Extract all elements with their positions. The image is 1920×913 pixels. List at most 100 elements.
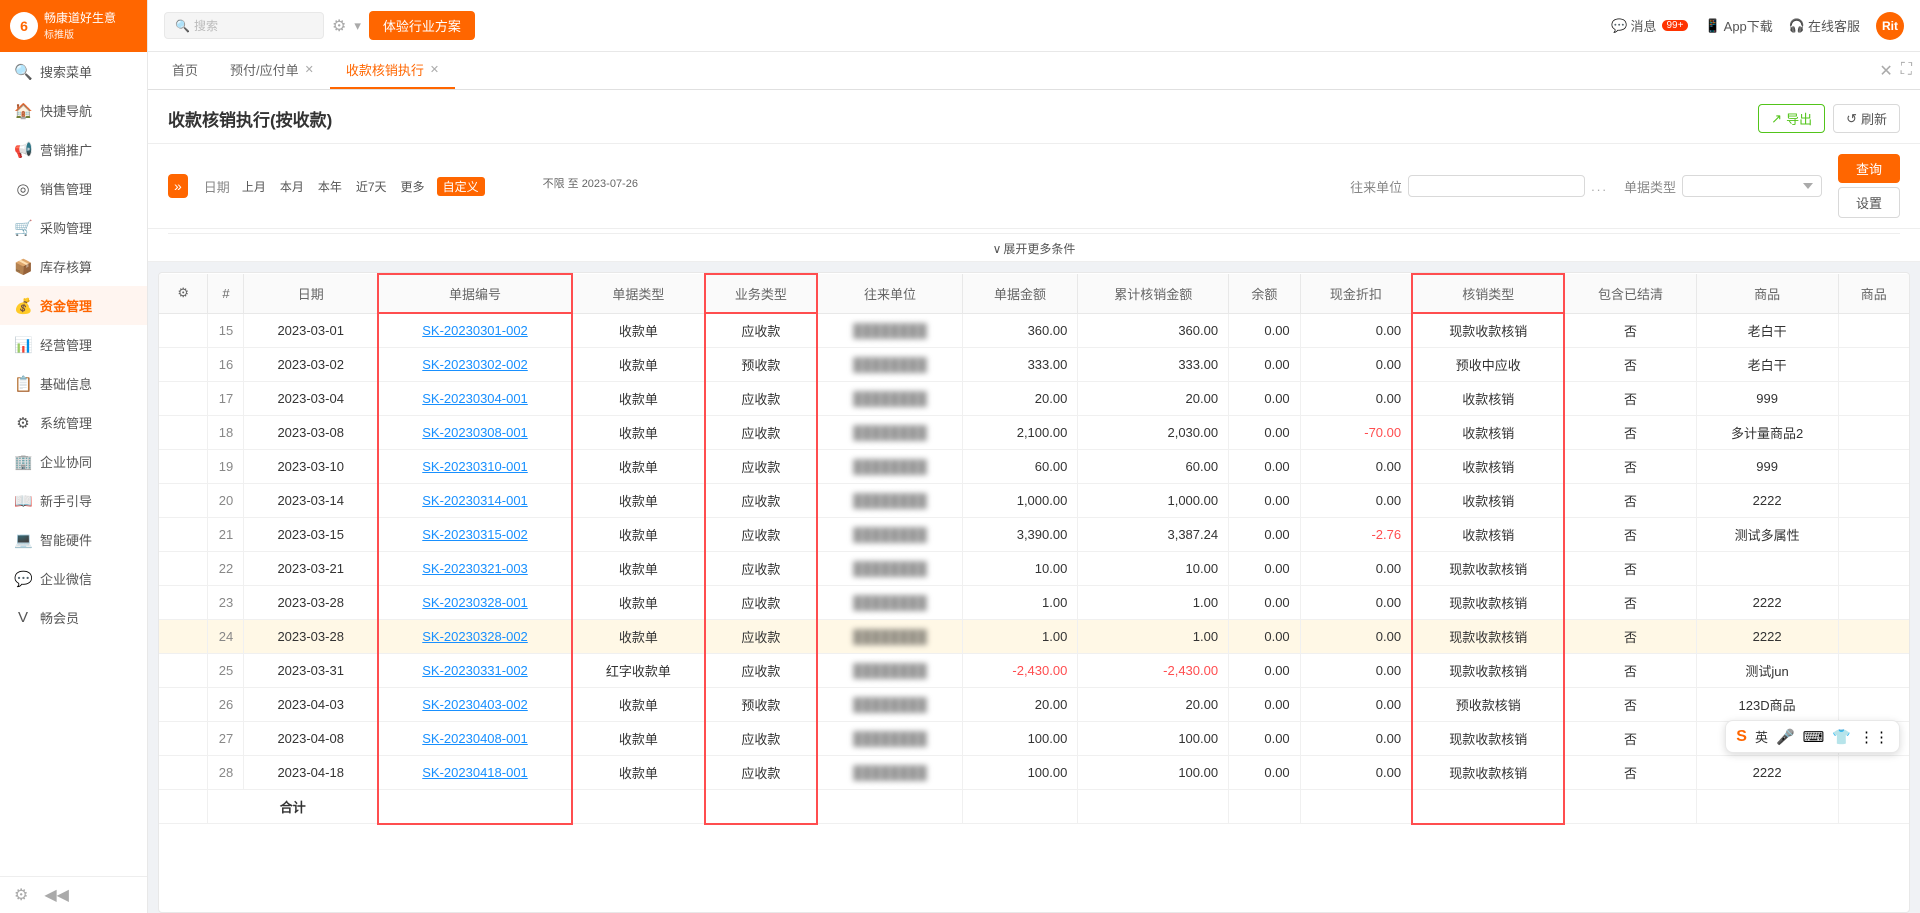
last-7days-btn[interactable]: 近7天 bbox=[350, 176, 393, 197]
sidebar-item-basic[interactable]: 📋基础信息 bbox=[0, 364, 147, 403]
cell-bill-no[interactable]: SK-20230304-001 bbox=[378, 382, 572, 416]
cell-bill-type: 红字收款单 bbox=[572, 654, 704, 688]
table-row[interactable]: 202023-03-14SK-20230314-001收款单应收款███████… bbox=[159, 484, 1909, 518]
last-month-btn[interactable]: 上月 bbox=[236, 176, 272, 197]
cell-bill-no[interactable]: SK-20230310-001 bbox=[378, 450, 572, 484]
tab-close-all[interactable]: ✕ bbox=[1879, 61, 1892, 81]
tab-home[interactable]: 首页 bbox=[156, 52, 214, 89]
cell-amount: 333.00 bbox=[962, 348, 1078, 382]
cell-bill-no[interactable]: SK-20230301-002 bbox=[378, 313, 572, 348]
message-item[interactable]: 💬 消息 99+ bbox=[1611, 16, 1688, 35]
sales-icon: ◎ bbox=[14, 180, 32, 198]
cell-balance: 0.00 bbox=[1229, 348, 1301, 382]
table-row[interactable]: 212023-03-15SK-20230315-002收款单应收款███████… bbox=[159, 518, 1909, 552]
table-row[interactable]: 242023-03-28SK-20230328-002收款单应收款███████… bbox=[159, 620, 1909, 654]
app-download-item[interactable]: 📱 App下载 bbox=[1704, 16, 1772, 35]
cell-bill-no[interactable]: SK-20230418-001 bbox=[378, 756, 572, 790]
cell-bill-no[interactable]: SK-20230315-002 bbox=[378, 518, 572, 552]
table-row[interactable]: 232023-03-28SK-20230328-001收款单应收款███████… bbox=[159, 586, 1909, 620]
sidebar-item-system[interactable]: ⚙系统管理 bbox=[0, 403, 147, 442]
search-box[interactable]: 🔍 搜索 bbox=[164, 12, 324, 39]
cell-partner: ████████ bbox=[817, 756, 962, 790]
this-year-btn[interactable]: 本年 bbox=[312, 176, 348, 197]
sidebar-item-wechat[interactable]: 💬企业微信 bbox=[0, 559, 147, 598]
cell-bill-no[interactable]: SK-20230308-001 bbox=[378, 416, 572, 450]
cell-bill-no[interactable]: SK-20230321-003 bbox=[378, 552, 572, 586]
cell-biz-type: 应收款 bbox=[705, 756, 818, 790]
cell-discount: -70.00 bbox=[1300, 416, 1412, 450]
table-row[interactable]: 162023-03-02SK-20230302-002收款单预收款███████… bbox=[159, 348, 1909, 382]
cell-discount: 0.00 bbox=[1300, 688, 1412, 722]
table-row[interactable]: 262023-04-03SK-20230403-002收款单预收款███████… bbox=[159, 688, 1909, 722]
cell-bill-no[interactable]: SK-20230403-002 bbox=[378, 688, 572, 722]
sidebar-item-operation[interactable]: 📊经营管理 bbox=[0, 325, 147, 364]
cell-date: 2023-03-02 bbox=[244, 348, 378, 382]
table-row[interactable]: 172023-03-04SK-20230304-001收款单应收款███████… bbox=[159, 382, 1909, 416]
tab-close-receivable-exec[interactable]: ✕ bbox=[430, 63, 439, 76]
sidebar-item-guide[interactable]: 📖新手引导 bbox=[0, 481, 147, 520]
settings-icon[interactable]: ⚙ bbox=[14, 885, 28, 905]
cell-bill-no[interactable]: SK-20230328-002 bbox=[378, 620, 572, 654]
service-item[interactable]: 🎧 在线客服 bbox=[1789, 16, 1860, 35]
query-button[interactable]: 查询 bbox=[1838, 154, 1900, 183]
settings-button[interactable]: 设置 bbox=[1838, 187, 1900, 218]
sidebar-item-marketing[interactable]: 📢营销推广 bbox=[0, 130, 147, 169]
dropdown-icon[interactable]: ▾ bbox=[354, 18, 361, 34]
cell-bill-no[interactable]: SK-20230328-001 bbox=[378, 586, 572, 620]
cell-idx: 22 bbox=[208, 552, 244, 586]
cell-discount: 0.00 bbox=[1300, 756, 1412, 790]
sidebar: 6 畅康道好生意 标推版 🔍搜索菜单🏠快捷导航📢营销推广◎销售管理🛒采购管理📦库… bbox=[0, 0, 148, 913]
sidebar-item-enterprise[interactable]: 🏢企业协同 bbox=[0, 442, 147, 481]
table-row[interactable]: 152023-03-01SK-20230301-002收款单应收款███████… bbox=[159, 313, 1909, 348]
sidebar-item-inventory[interactable]: 📦库存核算 bbox=[0, 247, 147, 286]
custom-date-btn[interactable]: 自定义 bbox=[437, 177, 485, 196]
collapse-icon[interactable]: ◀◀ bbox=[44, 885, 69, 905]
cell-biz-type: 应收款 bbox=[705, 620, 818, 654]
table-row[interactable]: 192023-03-10SK-20230310-001收款单应收款███████… bbox=[159, 450, 1909, 484]
ime-mic-icon[interactable]: 🎤 bbox=[1776, 728, 1795, 746]
this-month-btn[interactable]: 本月 bbox=[274, 176, 310, 197]
cell-bill-no[interactable]: SK-20230331-002 bbox=[378, 654, 572, 688]
sidebar-item-finance[interactable]: 💰资金管理 bbox=[0, 286, 147, 325]
filter-dots[interactable]: ... bbox=[1591, 179, 1608, 194]
gear-icon[interactable]: ⚙ bbox=[332, 16, 346, 36]
ime-apps-icon[interactable]: ⋮⋮ bbox=[1859, 728, 1889, 746]
table-row[interactable]: 252023-03-31SK-20230331-002红字收款单应收款█████… bbox=[159, 654, 1909, 688]
sidebar-item-sales[interactable]: ◎销售管理 bbox=[0, 169, 147, 208]
sidebar-item-search[interactable]: 🔍搜索菜单 bbox=[0, 52, 147, 91]
table-row[interactable]: 222023-03-21SK-20230321-003收款单应收款███████… bbox=[159, 552, 1909, 586]
partner-input[interactable] bbox=[1408, 175, 1585, 197]
table-row[interactable]: 272023-04-08SK-20230408-001收款单应收款███████… bbox=[159, 722, 1909, 756]
cell-date: 2023-03-31 bbox=[244, 654, 378, 688]
refresh-button[interactable]: ↺ 刷新 bbox=[1833, 104, 1900, 133]
solution-button[interactable]: 体验行业方案 bbox=[369, 11, 475, 40]
user-avatar[interactable]: Rit bbox=[1876, 12, 1904, 40]
export-button[interactable]: ↗ 导出 bbox=[1758, 104, 1825, 133]
tab-expand[interactable]: ⛶ bbox=[1901, 61, 1912, 81]
ime-shirt-icon[interactable]: 👕 bbox=[1832, 728, 1851, 746]
ime-grid-icon[interactable]: ⌨ bbox=[1803, 728, 1825, 746]
cell-idx: 28 bbox=[208, 756, 244, 790]
cell-product: 2222 bbox=[1696, 484, 1838, 518]
table-row[interactable]: 282023-04-18SK-20230418-001收款单应收款███████… bbox=[159, 756, 1909, 790]
tab-receivable-exec[interactable]: 收款核销执行✕ bbox=[330, 52, 455, 89]
cell-bill-no[interactable]: SK-20230314-001 bbox=[378, 484, 572, 518]
sidebar-item-shortcut[interactable]: 🏠快捷导航 bbox=[0, 91, 147, 130]
more-date-btn[interactable]: 更多 bbox=[395, 176, 431, 197]
cell-product2 bbox=[1838, 416, 1909, 450]
tab-pre-receivable[interactable]: 预付/应付单✕ bbox=[214, 52, 330, 89]
expand-button[interactable]: ∨ 展开更多条件 bbox=[168, 233, 1900, 257]
cell-bill-no[interactable]: SK-20230302-002 bbox=[378, 348, 572, 382]
filter-toggle-button[interactable]: » bbox=[168, 174, 188, 198]
sidebar-item-member[interactable]: V畅会员 bbox=[0, 598, 147, 637]
tab-close-pre-receivable[interactable]: ✕ bbox=[305, 63, 314, 76]
cell-bill-no[interactable]: SK-20230408-001 bbox=[378, 722, 572, 756]
cell-amount: 360.00 bbox=[962, 313, 1078, 348]
sidebar-item-purchase[interactable]: 🛒采购管理 bbox=[0, 208, 147, 247]
cell-product: 老白干 bbox=[1696, 313, 1838, 348]
table-row[interactable]: 182023-03-08SK-20230308-001收款单应收款███████… bbox=[159, 416, 1909, 450]
bill-type-select[interactable] bbox=[1682, 175, 1822, 197]
cell-verified: 1.00 bbox=[1078, 586, 1229, 620]
col-setting[interactable]: ⚙ bbox=[159, 274, 208, 313]
sidebar-item-hardware[interactable]: 💻智能硬件 bbox=[0, 520, 147, 559]
